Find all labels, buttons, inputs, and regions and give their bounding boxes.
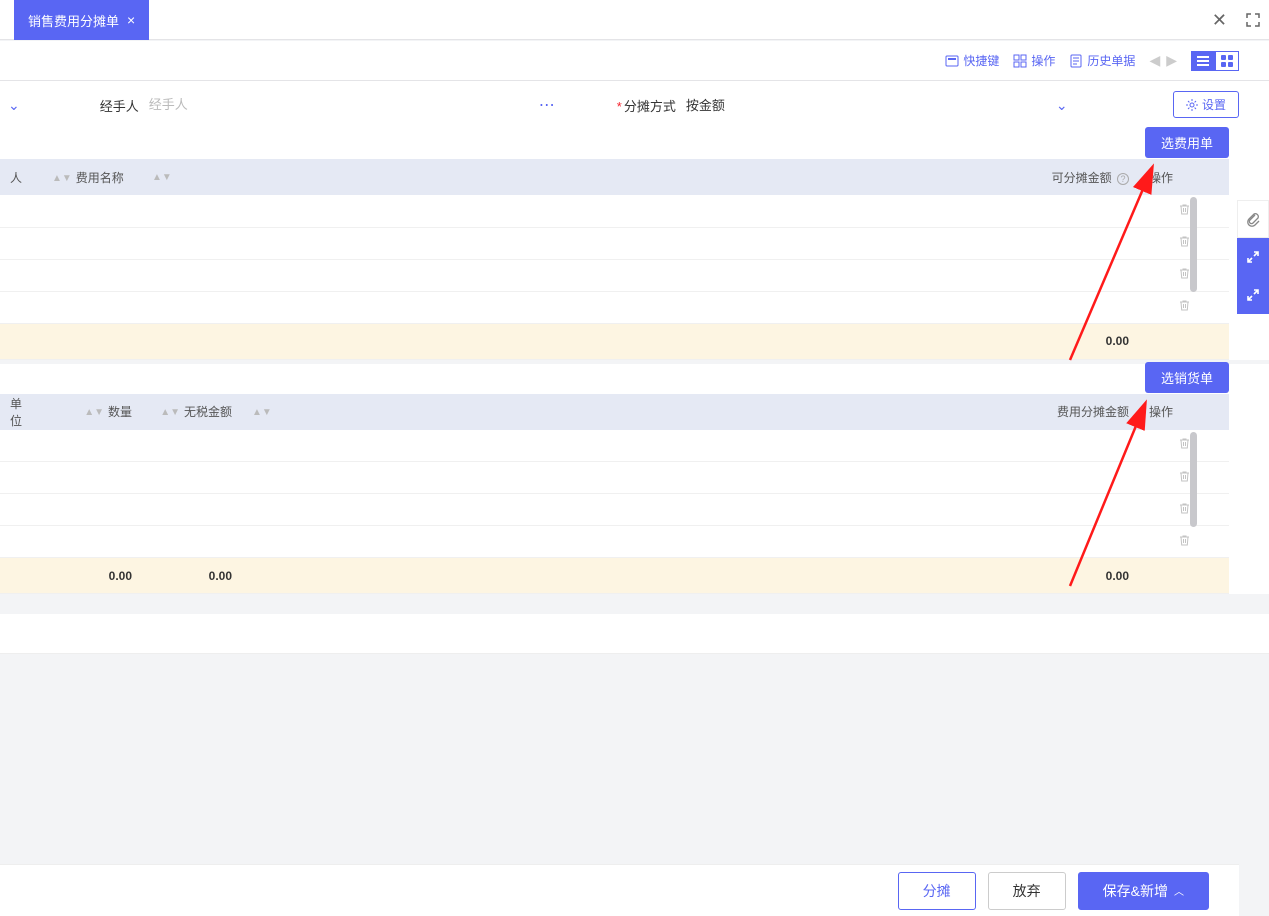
- table-row[interactable]: [0, 430, 1229, 462]
- history-button[interactable]: 历史单据: [1069, 52, 1135, 69]
- form-area: ⌄ 经手人 ⋯ *分摊方式 ⌄ 设置: [0, 81, 1269, 129]
- table-row[interactable]: [0, 227, 1229, 259]
- col-person[interactable]: 人: [0, 159, 42, 195]
- expand-out-button[interactable]: [1237, 238, 1269, 276]
- summary-row: 0.00: [0, 323, 1229, 359]
- sales-section: 选销货单 单位 ▲▼数量 ▲▼无税金额 ▲▼ 费用分摊金额 操作: [0, 364, 1269, 595]
- col-amt[interactable]: ▲▼无税金额: [142, 394, 242, 430]
- expense-table: 人 ▲▼费用名称 ▲▼ 可分摊金额 ? 操作 0.00: [0, 159, 1229, 360]
- col-operate: 操作: [1139, 394, 1229, 430]
- tab-close-icon[interactable]: ×: [127, 12, 135, 28]
- chevron-down-icon[interactable]: ⌄: [1056, 97, 1068, 114]
- scrollbar-thumb[interactable]: [1190, 432, 1197, 527]
- col-unit[interactable]: 单位: [0, 394, 42, 430]
- select-expense-button[interactable]: 选费用单: [1145, 127, 1229, 158]
- trash-icon[interactable]: [1178, 299, 1191, 312]
- table-row[interactable]: [0, 291, 1229, 323]
- pager-prev-icon[interactable]: ◀: [1149, 52, 1160, 69]
- shortcut-button[interactable]: 快捷键: [945, 52, 999, 69]
- gear-icon: [1186, 99, 1198, 111]
- operate-label: 操作: [1031, 52, 1055, 69]
- settings-button[interactable]: 设置: [1173, 91, 1239, 118]
- trash-icon[interactable]: [1178, 235, 1191, 248]
- table-row[interactable]: [0, 494, 1229, 526]
- sum-alloc: 0.00: [1009, 558, 1139, 594]
- handler-label: 经手人: [100, 96, 139, 115]
- expand-icon: [1245, 249, 1261, 265]
- shortcut-label: 快捷键: [963, 52, 999, 69]
- sum-qty: 0.00: [42, 558, 142, 594]
- save-new-button[interactable]: 保存&新增 ︿: [1078, 872, 1209, 910]
- list-icon: [1197, 56, 1209, 66]
- expand-in-button[interactable]: [1237, 276, 1269, 314]
- close-icon[interactable]: ✕: [1206, 10, 1233, 31]
- sort-icon: ▲▼: [52, 176, 72, 181]
- save-new-label: 保存&新增: [1103, 881, 1168, 901]
- more-icon[interactable]: ⋯: [539, 95, 557, 115]
- view-list-button[interactable]: [1191, 51, 1215, 71]
- chevron-up-icon: ︿: [1174, 883, 1184, 898]
- trash-icon[interactable]: [1178, 267, 1191, 280]
- shortcut-icon: [945, 54, 959, 68]
- col-blank[interactable]: ▲▼: [142, 159, 1009, 195]
- history-icon: [1069, 54, 1083, 68]
- operate-button[interactable]: 操作: [1013, 52, 1055, 69]
- fullscreen-icon[interactable]: [1245, 12, 1261, 28]
- sort-icon: ▲▼: [160, 410, 180, 415]
- handler-input[interactable]: [149, 95, 529, 115]
- toolbar: 快捷键 操作 历史单据 ◀ ▶: [0, 41, 1269, 81]
- right-dock: [1237, 200, 1269, 314]
- sort-icon: ▲▼: [152, 175, 172, 180]
- col-expense-name[interactable]: ▲▼费用名称: [42, 159, 142, 195]
- tab-title: 销售费用分摊单: [28, 11, 119, 30]
- handler-field: 经手人 ⋯: [100, 95, 557, 115]
- view-grid-button[interactable]: [1215, 51, 1239, 71]
- col-blank[interactable]: ▲▼: [242, 394, 1009, 430]
- pager: ◀ ▶: [1149, 52, 1177, 69]
- trash-icon[interactable]: [1178, 470, 1191, 483]
- operate-icon: [1013, 54, 1027, 68]
- col-alloc-amount[interactable]: 可分摊金额 ?: [1009, 159, 1139, 195]
- footer: 分摊 放弃 保存&新增 ︿: [0, 864, 1239, 916]
- trash-icon[interactable]: [1178, 437, 1191, 450]
- method-label: *分摊方式: [617, 96, 676, 115]
- spacer: [0, 594, 1269, 614]
- sum-alloc: 0.00: [1009, 323, 1139, 359]
- discard-button[interactable]: 放弃: [988, 872, 1066, 910]
- notes-area[interactable]: [0, 614, 1269, 654]
- sales-table: 单位 ▲▼数量 ▲▼无税金额 ▲▼ 费用分摊金额 操作 0.0: [0, 394, 1229, 595]
- chevron-down-icon[interactable]: ⌄: [8, 97, 20, 114]
- table-row[interactable]: [0, 462, 1229, 494]
- history-label: 历史单据: [1087, 52, 1135, 69]
- select-sales-button[interactable]: 选销货单: [1145, 362, 1229, 393]
- tab-bar: 销售费用分摊单 × ✕: [0, 0, 1269, 40]
- attachment-button[interactable]: [1237, 200, 1269, 238]
- summary-row: 0.00 0.00 0.00: [0, 558, 1229, 594]
- col-alloc-amount[interactable]: 费用分摊金额: [1009, 394, 1139, 430]
- sum-amt: 0.00: [142, 558, 242, 594]
- table-row[interactable]: [0, 526, 1229, 558]
- col-qty[interactable]: ▲▼数量: [42, 394, 142, 430]
- method-field: *分摊方式 ⌄: [617, 95, 1068, 115]
- view-toggle: [1191, 51, 1239, 71]
- trash-icon[interactable]: [1178, 203, 1191, 216]
- table-row[interactable]: [0, 195, 1229, 227]
- trash-icon[interactable]: [1178, 502, 1191, 515]
- help-icon[interactable]: ?: [1117, 173, 1129, 185]
- settings-label: 设置: [1202, 96, 1226, 113]
- sort-icon: ▲▼: [84, 410, 104, 415]
- paperclip-icon: [1245, 211, 1261, 227]
- expense-section: 选费用单 人 ▲▼费用名称 ▲▼ 可分摊金额 ? 操作: [0, 129, 1269, 360]
- sort-icon: ▲▼: [252, 410, 272, 415]
- grid-icon: [1221, 55, 1233, 67]
- trash-icon[interactable]: [1178, 534, 1191, 547]
- pager-next-icon[interactable]: ▶: [1166, 52, 1177, 69]
- scrollbar-thumb[interactable]: [1190, 197, 1197, 292]
- tab-active[interactable]: 销售费用分摊单 ×: [14, 0, 149, 40]
- expand-icon: [1245, 287, 1261, 303]
- col-operate: 操作: [1139, 159, 1229, 195]
- method-input[interactable]: [686, 95, 1046, 115]
- table-row[interactable]: [0, 259, 1229, 291]
- allocate-button[interactable]: 分摊: [898, 872, 976, 910]
